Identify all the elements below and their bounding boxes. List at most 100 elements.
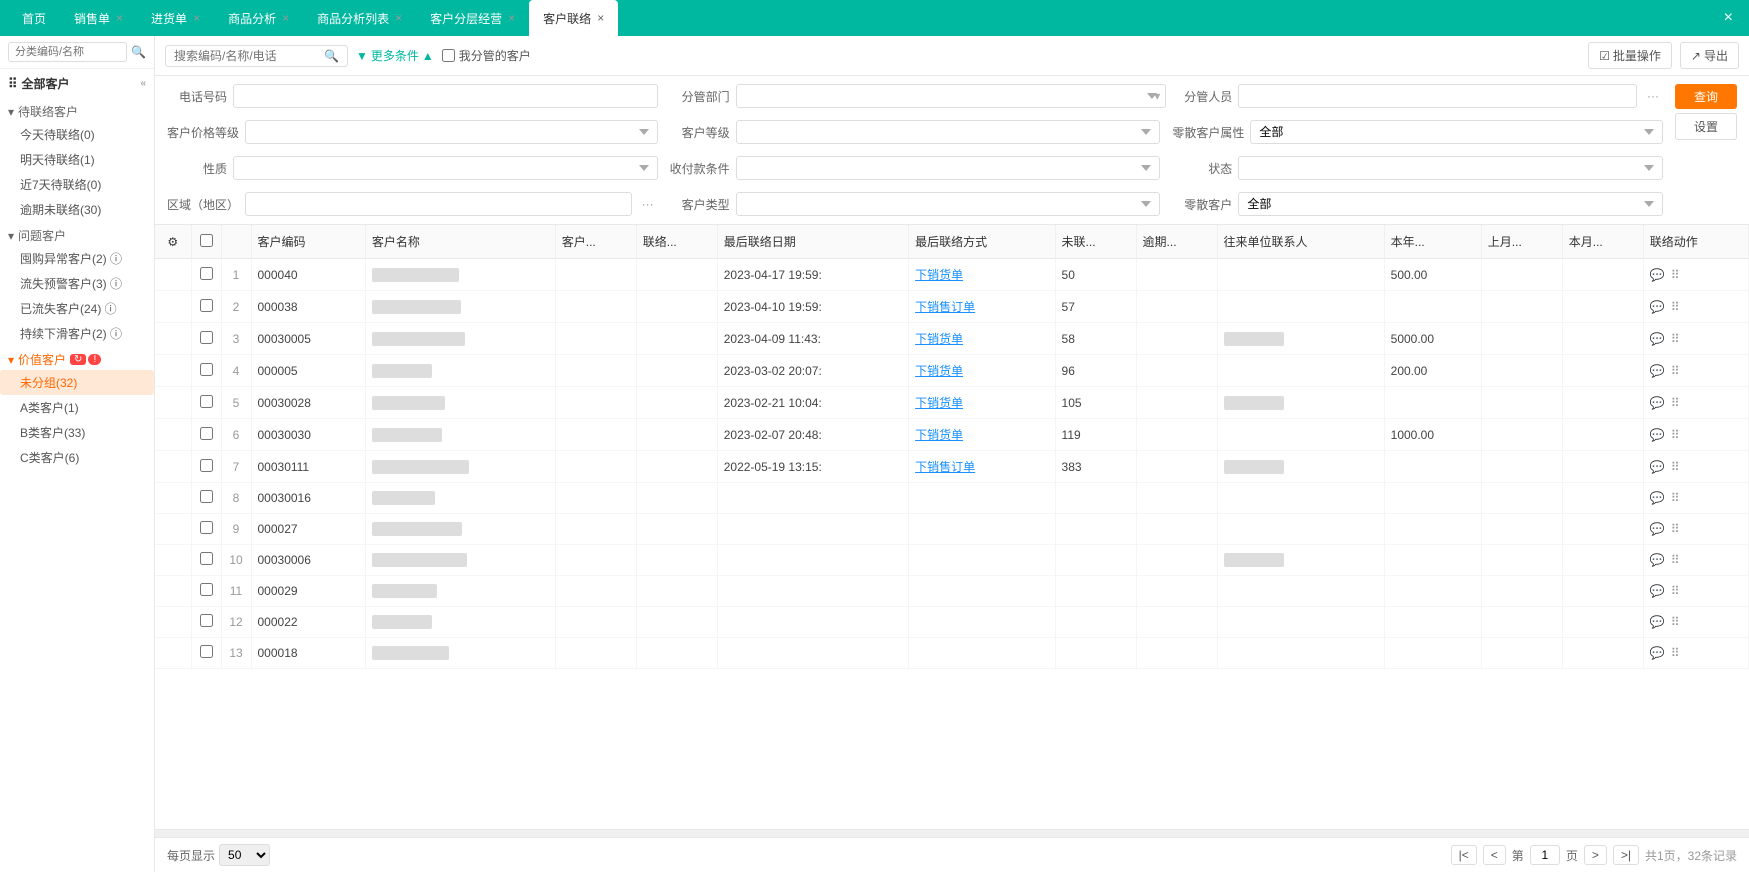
prev-page-button[interactable]: < [1483,845,1506,865]
col-last-month[interactable]: 上月... [1481,225,1562,259]
nav-sales-close[interactable]: × [116,11,123,25]
sidebar-item-overdue[interactable]: 逾期未联络(30) [0,197,154,222]
nav-purchase-close[interactable]: × [193,11,200,25]
sidebar-item-ungrouped[interactable]: 未分组(32) [0,370,154,395]
retail-customer-select[interactable]: 全部 [1238,192,1663,216]
region-input[interactable] [245,192,632,216]
sidebar-item-7days[interactable]: 近7天待联络(0) [0,172,154,197]
first-page-button[interactable]: |< [1451,845,1477,865]
message-icon[interactable]: 💬 [1650,584,1665,598]
checkbox-cell[interactable] [191,483,221,514]
phone-input[interactable] [233,84,658,108]
more-icon[interactable]: ⠿ [1671,522,1680,536]
message-icon[interactable]: 💬 [1650,553,1665,567]
more-icon[interactable]: ⠿ [1671,491,1680,505]
next-page-button[interactable]: > [1584,845,1607,865]
nav-product-list-close[interactable]: × [395,11,402,25]
col-checkbox[interactable] [191,225,221,259]
more-icon[interactable]: ⠿ [1671,646,1680,660]
checkbox-cell[interactable] [191,451,221,483]
col-overdue[interactable]: 逾期... [1136,225,1217,259]
more-icon[interactable]: ⠿ [1671,396,1680,410]
col-code[interactable]: 客户编码 [251,225,365,259]
sidebar-item-class-c[interactable]: C类客户(6) [0,445,154,470]
query-button[interactable]: 查询 [1675,84,1737,109]
retail-attr-select[interactable]: 全部 [1250,120,1663,144]
message-icon[interactable]: 💬 [1650,491,1665,505]
page-size-select[interactable]: 10 20 50 100 [219,844,270,866]
nav-product-analysis[interactable]: 商品分析 × [214,0,303,36]
col-settings[interactable]: ⚙ [155,225,191,259]
col-last-method[interactable]: 最后联络方式 [909,225,1055,259]
more-icon[interactable]: ⠿ [1671,364,1680,378]
sidebar-all-customers[interactable]: ⠿ 全部客户 « [0,69,154,98]
sidebar-item-churn-warn[interactable]: 流失预警客户(3) ⓘ [0,271,154,296]
message-icon[interactable]: 💬 [1650,646,1665,660]
sidebar-group-value[interactable]: ▾ 价值客户 ↻ ! [0,346,154,370]
checkbox-cell[interactable] [191,419,221,451]
search-input[interactable] [174,49,324,63]
sidebar-search-icon[interactable]: 🔍 [131,45,146,59]
nav-customer-segment-close[interactable]: × [508,11,515,25]
checkbox-cell[interactable] [191,259,221,291]
nav-customer-segment[interactable]: 客户分层经营 × [416,0,529,36]
batch-op-button[interactable]: ☑ 批量操作 [1588,42,1672,69]
checkbox-cell[interactable] [191,638,221,669]
payment-select[interactable] [736,156,1161,180]
more-icon[interactable]: ⠿ [1671,300,1680,314]
message-icon[interactable]: 💬 [1650,615,1665,629]
page-number-input[interactable] [1530,845,1560,865]
nav-customer-contact[interactable]: 客户联络 × [529,0,618,36]
checkbox-cell[interactable] [191,514,221,545]
more-icon[interactable]: ⠿ [1671,553,1680,567]
search-icon[interactable]: 🔍 [324,49,339,63]
col-type[interactable]: 客户... [555,225,636,259]
message-icon[interactable]: 💬 [1650,428,1665,442]
my-customers-check[interactable] [442,49,455,62]
reset-button[interactable]: 设置 [1675,113,1737,140]
sidebar-group-problem[interactable]: ▾ 问题客户 [0,222,154,246]
col-this-month[interactable]: 本月... [1562,225,1643,259]
sidebar-group-pending[interactable]: ▾ 待联络客户 [0,98,154,122]
sidebar-search-input[interactable] [8,42,127,62]
export-button[interactable]: ↗ 导出 [1680,42,1739,69]
col-contact[interactable]: 联络... [636,225,717,259]
checkbox-cell[interactable] [191,355,221,387]
manager-input[interactable] [1238,84,1637,108]
status-select[interactable] [1238,156,1663,180]
customer-level-select[interactable] [736,120,1161,144]
col-last-date[interactable]: 最后联络日期 [717,225,908,259]
col-unit-contact[interactable]: 往来单位联系人 [1217,225,1384,259]
sidebar-item-class-a[interactable]: A类客户(1) [0,395,154,420]
col-name[interactable]: 客户名称 [365,225,555,259]
nav-purchase[interactable]: 进货单 × [137,0,214,36]
checkbox-cell[interactable] [191,387,221,419]
select-all-checkbox[interactable] [200,234,213,247]
more-icon[interactable]: ⠿ [1671,615,1680,629]
more-icon[interactable]: ⠿ [1671,460,1680,474]
dept-select[interactable] [736,84,1167,108]
region-more-icon[interactable]: ··· [638,197,658,211]
sidebar-item-tomorrow[interactable]: 明天待联络(1) [0,147,154,172]
manager-more-icon[interactable]: ··· [1643,89,1663,103]
my-customers-checkbox[interactable]: 我分管的客户 [442,47,531,64]
nav-product-list[interactable]: 商品分析列表 × [303,0,416,36]
nav-product-analysis-close[interactable]: × [282,11,289,25]
more-icon[interactable]: ⠿ [1671,332,1680,346]
col-this-year[interactable]: 本年... [1384,225,1481,259]
price-level-select[interactable] [245,120,658,144]
more-icon[interactable]: ⠿ [1671,584,1680,598]
sidebar-item-class-b[interactable]: B类客户(33) [0,420,154,445]
message-icon[interactable]: 💬 [1650,396,1665,410]
message-icon[interactable]: 💬 [1650,332,1665,346]
message-icon[interactable]: 💬 [1650,364,1665,378]
nav-customer-contact-close[interactable]: × [597,11,604,25]
checkbox-cell[interactable] [191,607,221,638]
message-icon[interactable]: 💬 [1650,300,1665,314]
checkbox-cell[interactable] [191,323,221,355]
message-icon[interactable]: 💬 [1650,460,1665,474]
customer-type-select[interactable] [736,192,1161,216]
sidebar-item-abnormal[interactable]: 囤购异常客户(2) ⓘ [0,246,154,271]
nav-sales[interactable]: 销售单 × [60,0,137,36]
nav-home[interactable]: 首页 [8,0,60,36]
